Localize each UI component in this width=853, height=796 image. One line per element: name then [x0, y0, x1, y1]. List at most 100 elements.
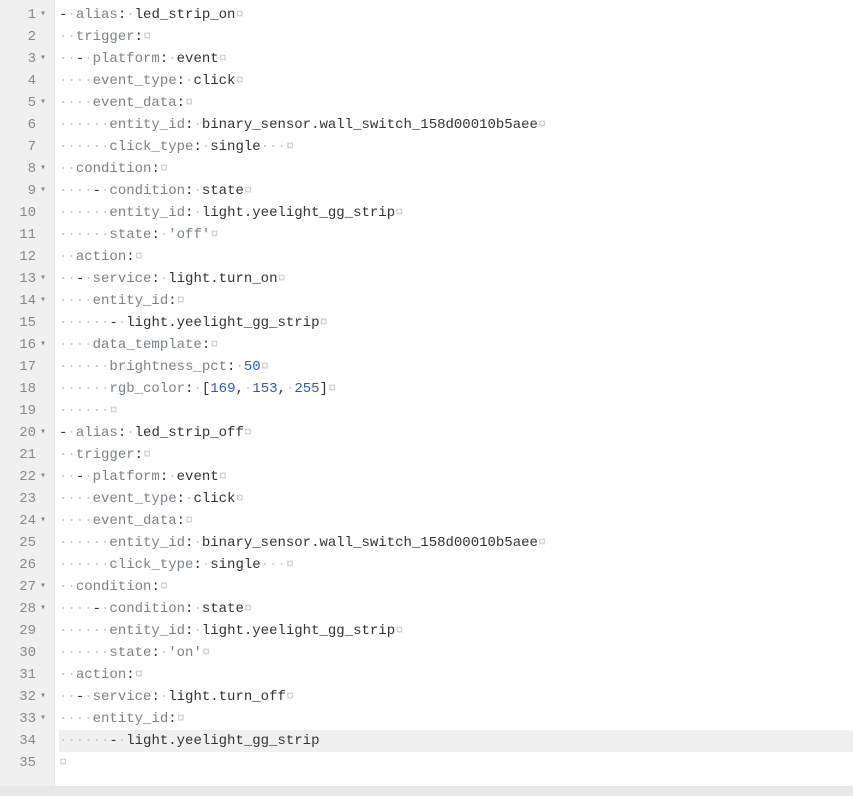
token-ws: ¤: [261, 359, 269, 375]
code-line[interactable]: ··-·platform:·event¤: [59, 466, 853, 488]
gutter-row[interactable]: 8▾: [0, 158, 54, 180]
code-line[interactable]: ····data_template:¤: [59, 334, 853, 356]
code-line[interactable]: ··condition:¤: [59, 158, 853, 180]
token-key: condition: [109, 601, 185, 617]
gutter-row[interactable]: 7: [0, 136, 54, 158]
code-line[interactable]: ··condition:¤: [59, 576, 853, 598]
gutter-row[interactable]: 9▾: [0, 180, 54, 202]
gutter-row[interactable]: 32▾: [0, 686, 54, 708]
code-line[interactable]: ······click_type:·single···¤: [59, 136, 853, 158]
code-line[interactable]: ······¤: [59, 400, 853, 422]
code-line[interactable]: -·alias:·led_strip_on¤: [59, 4, 853, 26]
code-line[interactable]: ··-·service:·light.turn_on¤: [59, 268, 853, 290]
fold-toggle-icon[interactable]: ▾: [36, 4, 50, 26]
gutter-row[interactable]: 27▾: [0, 576, 54, 598]
code-line[interactable]: ··trigger:¤: [59, 444, 853, 466]
gutter-row[interactable]: 16▾: [0, 334, 54, 356]
gutter-row[interactable]: 30: [0, 642, 54, 664]
gutter-row[interactable]: 10: [0, 202, 54, 224]
gutter-row[interactable]: 2: [0, 26, 54, 48]
gutter[interactable]: 1▾23▾45▾678▾9▾10111213▾14▾1516▾17181920▾…: [0, 0, 55, 796]
token-val: binary_sensor.wall_switch_158d00010b5aee: [202, 535, 538, 551]
line-number: 7: [8, 136, 36, 158]
gutter-row[interactable]: 24▾: [0, 510, 54, 532]
fold-toggle-icon[interactable]: ▾: [36, 576, 50, 598]
gutter-row[interactable]: 18: [0, 378, 54, 400]
code-line[interactable]: ······brightness_pct:·50¤: [59, 356, 853, 378]
gutter-row[interactable]: 14▾: [0, 290, 54, 312]
line-number: 11: [8, 224, 36, 246]
token-ws: ¤: [135, 667, 143, 683]
code-line[interactable]: ··-·service:·light.turn_off¤: [59, 686, 853, 708]
gutter-row[interactable]: 1▾: [0, 4, 54, 26]
token-ws: ······: [59, 359, 109, 375]
gutter-row[interactable]: 11: [0, 224, 54, 246]
token-pun: :: [177, 95, 185, 111]
code-line[interactable]: ····event_type:·click¤: [59, 70, 853, 92]
code-line[interactable]: ¤: [59, 752, 853, 774]
fold-toggle-icon[interactable]: ▾: [36, 180, 50, 202]
code-line[interactable]: ··action:¤: [59, 664, 853, 686]
code-line[interactable]: ··trigger:¤: [59, 26, 853, 48]
gutter-row[interactable]: 29: [0, 620, 54, 642]
fold-toggle-icon[interactable]: ▾: [36, 708, 50, 730]
gutter-row[interactable]: 22▾: [0, 466, 54, 488]
fold-toggle-icon[interactable]: ▾: [36, 466, 50, 488]
token-pun: :: [160, 469, 168, 485]
code-line[interactable]: ····entity_id:¤: [59, 290, 853, 312]
fold-toggle-icon[interactable]: ▾: [36, 422, 50, 444]
gutter-row[interactable]: 33▾: [0, 708, 54, 730]
fold-toggle-icon[interactable]: ▾: [36, 48, 50, 70]
code-line[interactable]: ····entity_id:¤: [59, 708, 853, 730]
code-line[interactable]: ······entity_id:·binary_sensor.wall_swit…: [59, 114, 853, 136]
gutter-row[interactable]: 28▾: [0, 598, 54, 620]
fold-toggle-icon[interactable]: ▾: [36, 268, 50, 290]
gutter-row[interactable]: 12: [0, 246, 54, 268]
gutter-row[interactable]: 5▾: [0, 92, 54, 114]
fold-toggle-icon[interactable]: ▾: [36, 158, 50, 180]
gutter-row[interactable]: 17: [0, 356, 54, 378]
code-area[interactable]: -·alias:·led_strip_on¤··trigger:¤··-·pla…: [55, 0, 853, 796]
code-line[interactable]: ······entity_id:·light.yeelight_gg_strip…: [59, 620, 853, 642]
code-line[interactable]: ····event_data:¤: [59, 92, 853, 114]
code-line[interactable]: ······state:·'off'¤: [59, 224, 853, 246]
fold-toggle-icon[interactable]: ▾: [36, 92, 50, 114]
fold-toggle-icon[interactable]: ▾: [36, 598, 50, 620]
fold-toggle-icon[interactable]: ▾: [36, 290, 50, 312]
code-line[interactable]: ······entity_id:·light.yeelight_gg_strip…: [59, 202, 853, 224]
code-line[interactable]: ······click_type:·single···¤: [59, 554, 853, 576]
gutter-row[interactable]: 21: [0, 444, 54, 466]
gutter-row[interactable]: 13▾: [0, 268, 54, 290]
code-editor[interactable]: 1▾23▾45▾678▾9▾10111213▾14▾1516▾17181920▾…: [0, 0, 853, 796]
code-line[interactable]: ····-·condition:·state¤: [59, 180, 853, 202]
gutter-row[interactable]: 3▾: [0, 48, 54, 70]
gutter-row[interactable]: 20▾: [0, 422, 54, 444]
horizontal-scrollbar[interactable]: [0, 786, 853, 796]
gutter-row[interactable]: 34: [0, 730, 54, 752]
token-val: light.yeelight_gg_strip: [202, 623, 395, 639]
gutter-row[interactable]: 31: [0, 664, 54, 686]
gutter-row[interactable]: 35: [0, 752, 54, 774]
code-line[interactable]: ····-·condition:·state¤: [59, 598, 853, 620]
code-line[interactable]: ····event_type:·click¤: [59, 488, 853, 510]
code-line[interactable]: -·alias:·led_strip_off¤: [59, 422, 853, 444]
fold-toggle-icon[interactable]: ▾: [36, 334, 50, 356]
code-line[interactable]: ······rgb_color:·[169,·153,·255]¤: [59, 378, 853, 400]
code-line[interactable]: ····event_data:¤: [59, 510, 853, 532]
token-pun: :: [168, 711, 176, 727]
code-line[interactable]: ··-·platform:·event¤: [59, 48, 853, 70]
gutter-row[interactable]: 15: [0, 312, 54, 334]
gutter-row[interactable]: 6: [0, 114, 54, 136]
fold-toggle-icon[interactable]: ▾: [36, 686, 50, 708]
gutter-row[interactable]: 19: [0, 400, 54, 422]
gutter-row[interactable]: 23: [0, 488, 54, 510]
fold-toggle-icon[interactable]: ▾: [36, 510, 50, 532]
gutter-row[interactable]: 4: [0, 70, 54, 92]
gutter-row[interactable]: 25: [0, 532, 54, 554]
code-line[interactable]: ······-·light.yeelight_gg_strip: [59, 730, 853, 752]
code-line[interactable]: ······state:·'on'¤: [59, 642, 853, 664]
code-line[interactable]: ······entity_id:·binary_sensor.wall_swit…: [59, 532, 853, 554]
code-line[interactable]: ··action:¤: [59, 246, 853, 268]
gutter-row[interactable]: 26: [0, 554, 54, 576]
code-line[interactable]: ······-·light.yeelight_gg_strip¤: [59, 312, 853, 334]
